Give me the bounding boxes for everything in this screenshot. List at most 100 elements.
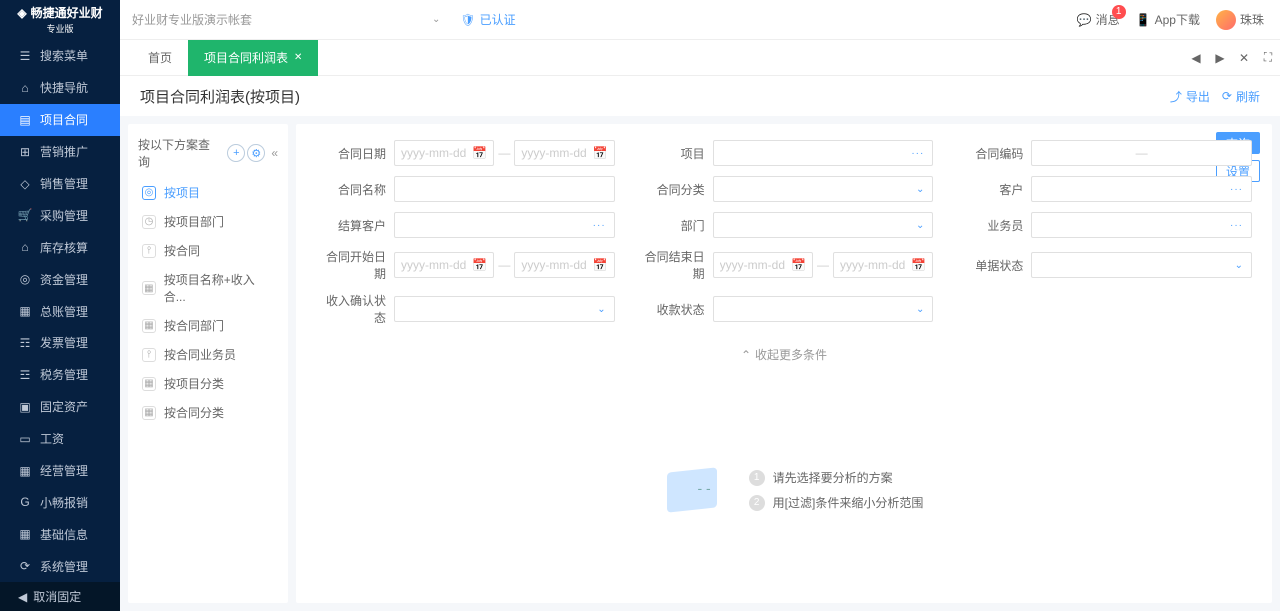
- refresh-button[interactable]: ⟳刷新: [1222, 88, 1260, 105]
- tab-bar: 首页 项目合同利润表 ✕ ◀ ▶ ✕ ⛶: [120, 40, 1280, 76]
- chevron-down-icon: ⌄: [1235, 260, 1243, 271]
- settings-scheme-button[interactable]: ⚙: [247, 144, 265, 162]
- contract-end-from[interactable]: 📅: [713, 252, 813, 278]
- form-area: 查询 设置 合同日期 📅 — 📅 项目 ·: [296, 124, 1272, 603]
- sidebar-icon: ▦: [18, 464, 32, 478]
- project-input[interactable]: ···: [713, 140, 934, 166]
- sidebar-item-tax[interactable]: ☲税务管理: [0, 359, 120, 391]
- sidebar-item-ledger[interactable]: ▦总账管理: [0, 295, 120, 327]
- collapse-panel-button[interactable]: «: [271, 146, 278, 160]
- tab-next-button[interactable]: ▶: [1208, 46, 1232, 70]
- sidebar-item-nav[interactable]: ⌂快捷导航: [0, 72, 120, 104]
- filter-item-project-category[interactable]: ▦按项目分类: [128, 369, 288, 398]
- filter-item-project-dept[interactable]: ◷按项目部门: [128, 207, 288, 236]
- filter-item-contract-dept[interactable]: ▦按合同部门: [128, 311, 288, 340]
- sidebar-item-sales[interactable]: ◇销售管理: [0, 168, 120, 200]
- sidebar-icon: ☰: [18, 49, 32, 63]
- sidebar-item-search[interactable]: ☰搜索菜单: [0, 40, 120, 72]
- target-icon: ◎: [142, 186, 156, 200]
- step-text: 用[过滤]条件来缩小分析范围: [773, 494, 924, 511]
- empty-state: - - 1请先选择要分析的方案 2用[过滤]条件来缩小分析范围: [316, 393, 1252, 587]
- customer-input[interactable]: ···: [1031, 176, 1252, 202]
- step-text: 请先选择要分析的方案: [773, 469, 893, 486]
- sidebar-icon: ▭: [18, 432, 32, 446]
- fullscreen-button[interactable]: ⛶: [1256, 46, 1280, 70]
- sidebar-item-basic-info[interactable]: ▦基础信息: [0, 518, 120, 550]
- tab-active[interactable]: 项目合同利润表 ✕: [188, 40, 318, 76]
- label-revenue-status: 收入确认状态: [316, 292, 386, 326]
- filter-item-project[interactable]: ◎按项目: [128, 178, 288, 207]
- more-icon: ···: [1230, 220, 1243, 231]
- sidebar-item-operations[interactable]: ▦经营管理: [0, 455, 120, 487]
- label-settle-customer: 结算客户: [316, 217, 386, 234]
- collapse-conditions-button[interactable]: ⌃收起更多条件: [741, 346, 827, 363]
- sidebar-icon: ⌂: [18, 81, 32, 95]
- sidebar-icon: ▤: [18, 113, 32, 127]
- department-select[interactable]: ⌄: [713, 212, 934, 238]
- contract-code-input[interactable]: —: [1031, 140, 1252, 166]
- label-receipt-status: 收款状态: [635, 301, 705, 318]
- contract-date-from[interactable]: 📅: [394, 140, 494, 166]
- doc-icon: ▦: [142, 319, 156, 333]
- filter-item-contract-sales[interactable]: ⫯按合同业务员: [128, 340, 288, 369]
- chevron-down-icon: ⌄: [597, 304, 605, 315]
- sidebar-item-system[interactable]: ⟳系统管理: [0, 550, 120, 582]
- close-icon[interactable]: ✕: [294, 52, 302, 63]
- settle-customer-input[interactable]: ···: [394, 212, 615, 238]
- sidebar-item-project-contract[interactable]: ▤项目合同: [0, 104, 120, 136]
- sidebar-item-expense[interactable]: G小畅报销: [0, 486, 120, 518]
- contract-start-from[interactable]: 📅: [394, 252, 494, 278]
- label-customer: 客户: [953, 181, 1023, 198]
- empty-illustration: - -: [645, 450, 725, 530]
- revenue-status-select[interactable]: ⌄: [394, 296, 615, 322]
- step-number: 2: [749, 495, 765, 511]
- chevron-down-icon[interactable]: ⌄: [432, 14, 440, 25]
- add-scheme-button[interactable]: +: [227, 144, 245, 162]
- label-project: 项目: [635, 145, 705, 162]
- company-selector[interactable]: 好业财专业版演示帐套: [132, 11, 252, 28]
- calendar-icon: 📅: [593, 258, 608, 272]
- chevron-down-icon: ⌄: [916, 184, 924, 195]
- shield-icon: 🛡: [460, 13, 475, 27]
- contract-end-to[interactable]: 📅: [833, 252, 933, 278]
- sidebar-item-inventory[interactable]: ⌂库存核算: [0, 231, 120, 263]
- sidebar-item-purchase[interactable]: 🛒采购管理: [0, 199, 120, 231]
- sidebar-icon: ☶: [18, 336, 32, 350]
- sidebar-item-funds[interactable]: ◎资金管理: [0, 263, 120, 295]
- phone-icon: 📱: [1136, 13, 1151, 27]
- filter-item-contract[interactable]: ⫯按合同: [128, 236, 288, 265]
- doc-icon: ▦: [142, 281, 156, 295]
- filter-item-contract-category[interactable]: ▦按合同分类: [128, 398, 288, 427]
- sidebar-icon: ◇: [18, 177, 32, 191]
- sales-input[interactable]: ···: [1031, 212, 1252, 238]
- label-doc-status: 单据状态: [953, 257, 1023, 274]
- contract-category-select[interactable]: ⌄: [713, 176, 934, 202]
- sidebar-item-salary[interactable]: ▭工资: [0, 423, 120, 455]
- doc-status-select[interactable]: ⌄: [1031, 252, 1252, 278]
- export-button[interactable]: ⤴导出: [1170, 88, 1210, 105]
- contract-name-input[interactable]: [394, 176, 615, 202]
- doc-icon: ▦: [142, 377, 156, 391]
- sidebar-item-marketing[interactable]: ⊞营销推广: [0, 136, 120, 168]
- contract-date-to[interactable]: 📅: [514, 140, 614, 166]
- logo: ◈畅捷通好业财 专业版: [0, 0, 120, 40]
- receipt-status-select[interactable]: ⌄: [713, 296, 934, 322]
- more-icon: ···: [593, 220, 606, 231]
- tab-close-all-button[interactable]: ✕: [1232, 46, 1256, 70]
- sidebar-item-invoice[interactable]: ☶发票管理: [0, 327, 120, 359]
- app-download-button[interactable]: 📱 App下载: [1136, 11, 1200, 28]
- contract-start-to[interactable]: 📅: [514, 252, 614, 278]
- unpin-button[interactable]: ◀ 取消固定: [0, 582, 120, 611]
- bar-icon: ⫯: [142, 348, 156, 362]
- user-menu[interactable]: 珠珠: [1216, 10, 1264, 30]
- sidebar-item-fixed-assets[interactable]: ▣固定资产: [0, 391, 120, 423]
- filter-item-project-name[interactable]: ▦按项目名称+收入合...: [128, 265, 288, 311]
- label-department: 部门: [635, 217, 705, 234]
- tab-home[interactable]: 首页: [132, 40, 188, 76]
- pin-icon: ◀: [18, 590, 27, 604]
- label-contract-start: 合同开始日期: [316, 248, 386, 282]
- messages-button[interactable]: 💬 消息 1: [1077, 11, 1120, 28]
- tab-prev-button[interactable]: ◀: [1184, 46, 1208, 70]
- calendar-icon: 📅: [472, 146, 487, 160]
- label-contract-end: 合同结束日期: [635, 248, 705, 282]
